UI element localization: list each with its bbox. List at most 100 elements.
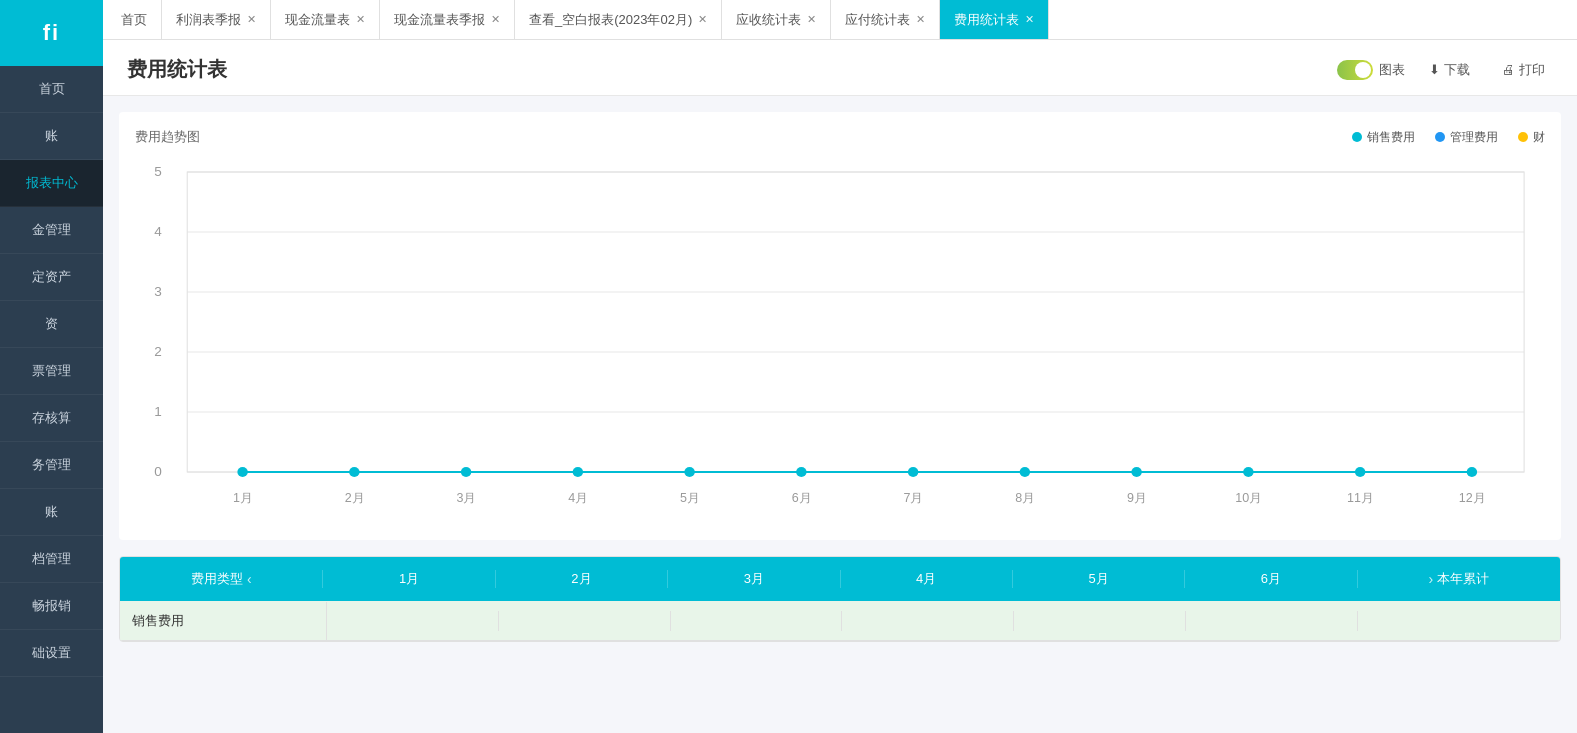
tab-cashflow[interactable]: 现金流量表 ✕ [271,0,380,39]
sidebar-item-file-mgmt[interactable]: 档管理 [0,536,103,583]
tab-receivable[interactable]: 应收统计表 ✕ [722,0,831,39]
svg-point-31 [908,467,918,477]
svg-text:3月: 3月 [456,491,475,505]
th-m5: 5月 [1013,570,1185,588]
td-m3 [671,611,843,631]
svg-text:9月: 9月 [1127,491,1146,505]
svg-text:4: 4 [154,224,162,239]
download-icon: ⬇ [1429,62,1440,77]
close-tab-cashflow[interactable]: ✕ [356,13,365,26]
sidebar-item-ledger[interactable]: 账 [0,489,103,536]
td-m2 [499,611,671,631]
app-logo: fi [0,0,103,66]
main-area: 首页 利润表季报 ✕ 现金流量表 ✕ 现金流量表季报 ✕ 查看_空白报表(202… [103,0,1577,733]
td-m1 [327,611,499,631]
close-tab-receivable[interactable]: ✕ [807,13,816,26]
sidebar: fi 首页 账 报表中心 金管理 定资产 资 票管理 存核算 务管理 账 档管理… [0,0,103,733]
chart-title: 费用趋势图 [135,128,200,146]
th-m3: 3月 [668,570,840,588]
next-arrow[interactable]: › [1428,571,1433,587]
sidebar-item-settings[interactable]: 础设置 [0,630,103,677]
svg-point-32 [1020,467,1030,477]
legend-finance: 财 [1518,129,1545,146]
content-area: 费用统计表 图表 ⬇ 下载 🖨 打印 费用趋势图 [103,40,1577,733]
svg-text:12月: 12月 [1459,491,1485,505]
sidebar-item-fund-mgmt[interactable]: 金管理 [0,207,103,254]
close-tab-blank-report[interactable]: ✕ [698,13,707,26]
svg-point-28 [573,467,583,477]
svg-text:10月: 10月 [1235,491,1261,505]
sidebar-item-biz-mgmt[interactable]: 务管理 [0,442,103,489]
sidebar-item-home[interactable]: 首页 [0,66,103,113]
td-m4 [842,611,1014,631]
legend-sales: 销售费用 [1352,129,1415,146]
close-tab-profit-quarterly[interactable]: ✕ [247,13,256,26]
download-button[interactable]: ⬇ 下载 [1421,57,1478,83]
prev-arrow[interactable]: ‹ [247,571,252,587]
page-title: 费用统计表 [127,56,227,83]
svg-text:3: 3 [154,284,162,299]
svg-text:2月: 2月 [345,491,364,505]
svg-text:1: 1 [154,404,162,419]
sidebar-item-account[interactable]: 账 [0,113,103,160]
chart-section: 费用趋势图 销售费用 管理费用 财 [119,112,1561,540]
tab-cashflow-quarterly[interactable]: 现金流量表季报 ✕ [380,0,515,39]
svg-text:0: 0 [154,464,162,479]
svg-point-29 [684,467,694,477]
svg-point-30 [796,467,806,477]
table-header: 费用类型 ‹ 1月 2月 3月 4月 5月 6月 › 本年累计 [120,557,1560,601]
close-tab-expense[interactable]: ✕ [1025,13,1034,26]
svg-text:4月: 4月 [568,491,587,505]
close-tab-cashflow-quarterly[interactable]: ✕ [491,13,500,26]
td-m6 [1186,611,1358,631]
th-m1: 1月 [323,570,495,588]
svg-text:5月: 5月 [680,491,699,505]
page-header: 费用统计表 图表 ⬇ 下载 🖨 打印 [103,40,1577,96]
svg-point-35 [1355,467,1365,477]
svg-point-27 [461,467,471,477]
th-m4: 4月 [841,570,1013,588]
chart-header: 费用趋势图 销售费用 管理费用 财 [135,128,1545,146]
chart-toggle-label[interactable]: 图表 [1337,60,1405,80]
legend-dot-sales [1352,132,1362,142]
sidebar-item-write-off[interactable]: 畅报销 [0,583,103,630]
sidebar-item-inventory[interactable]: 存核算 [0,395,103,442]
trend-chart: 5 4 3 2 1 0 1月 2月 [135,154,1545,524]
td-ytd [1358,611,1560,631]
tab-bar: 首页 利润表季报 ✕ 现金流量表 ✕ 现金流量表季报 ✕ 查看_空白报表(202… [103,0,1577,40]
svg-point-33 [1131,467,1141,477]
chart-container: 5 4 3 2 1 0 1月 2月 [135,154,1545,524]
print-button[interactable]: 🖨 打印 [1494,57,1553,83]
sidebar-item-investment[interactable]: 资 [0,301,103,348]
svg-text:7月: 7月 [903,491,922,505]
tab-blank-report[interactable]: 查看_空白报表(2023年02月) ✕ [515,0,722,39]
svg-point-25 [237,467,247,477]
td-m5 [1014,611,1186,631]
close-tab-payable[interactable]: ✕ [916,13,925,26]
header-actions: 图表 ⬇ 下载 🖨 打印 [1337,57,1553,83]
legend-admin: 管理费用 [1435,129,1498,146]
chart-toggle-switch[interactable] [1337,60,1373,80]
tab-payable[interactable]: 应付统计表 ✕ [831,0,940,39]
sidebar-item-report-center[interactable]: 报表中心 [0,160,103,207]
tab-home[interactable]: 首页 [107,0,162,39]
table-row: 销售费用 [120,601,1560,641]
print-icon: 🖨 [1502,62,1515,77]
svg-text:1月: 1月 [233,491,252,505]
th-ytd: › 本年累计 [1358,570,1560,588]
tab-expense[interactable]: 费用统计表 ✕ [940,0,1049,39]
sidebar-item-fixed-assets[interactable]: 定资产 [0,254,103,301]
svg-point-26 [349,467,359,477]
chart-legend: 销售费用 管理费用 财 [1352,129,1545,146]
svg-text:5: 5 [154,164,162,179]
legend-dot-finance [1518,132,1528,142]
svg-rect-12 [187,172,1524,472]
sidebar-item-bill-mgmt[interactable]: 票管理 [0,348,103,395]
svg-text:11月: 11月 [1347,491,1373,505]
legend-dot-admin [1435,132,1445,142]
svg-text:2: 2 [154,344,162,359]
svg-text:6月: 6月 [792,491,811,505]
th-m2: 2月 [496,570,668,588]
expense-table: 费用类型 ‹ 1月 2月 3月 4月 5月 6月 › 本年累计 销售费用 [119,556,1561,642]
tab-profit-quarterly[interactable]: 利润表季报 ✕ [162,0,271,39]
